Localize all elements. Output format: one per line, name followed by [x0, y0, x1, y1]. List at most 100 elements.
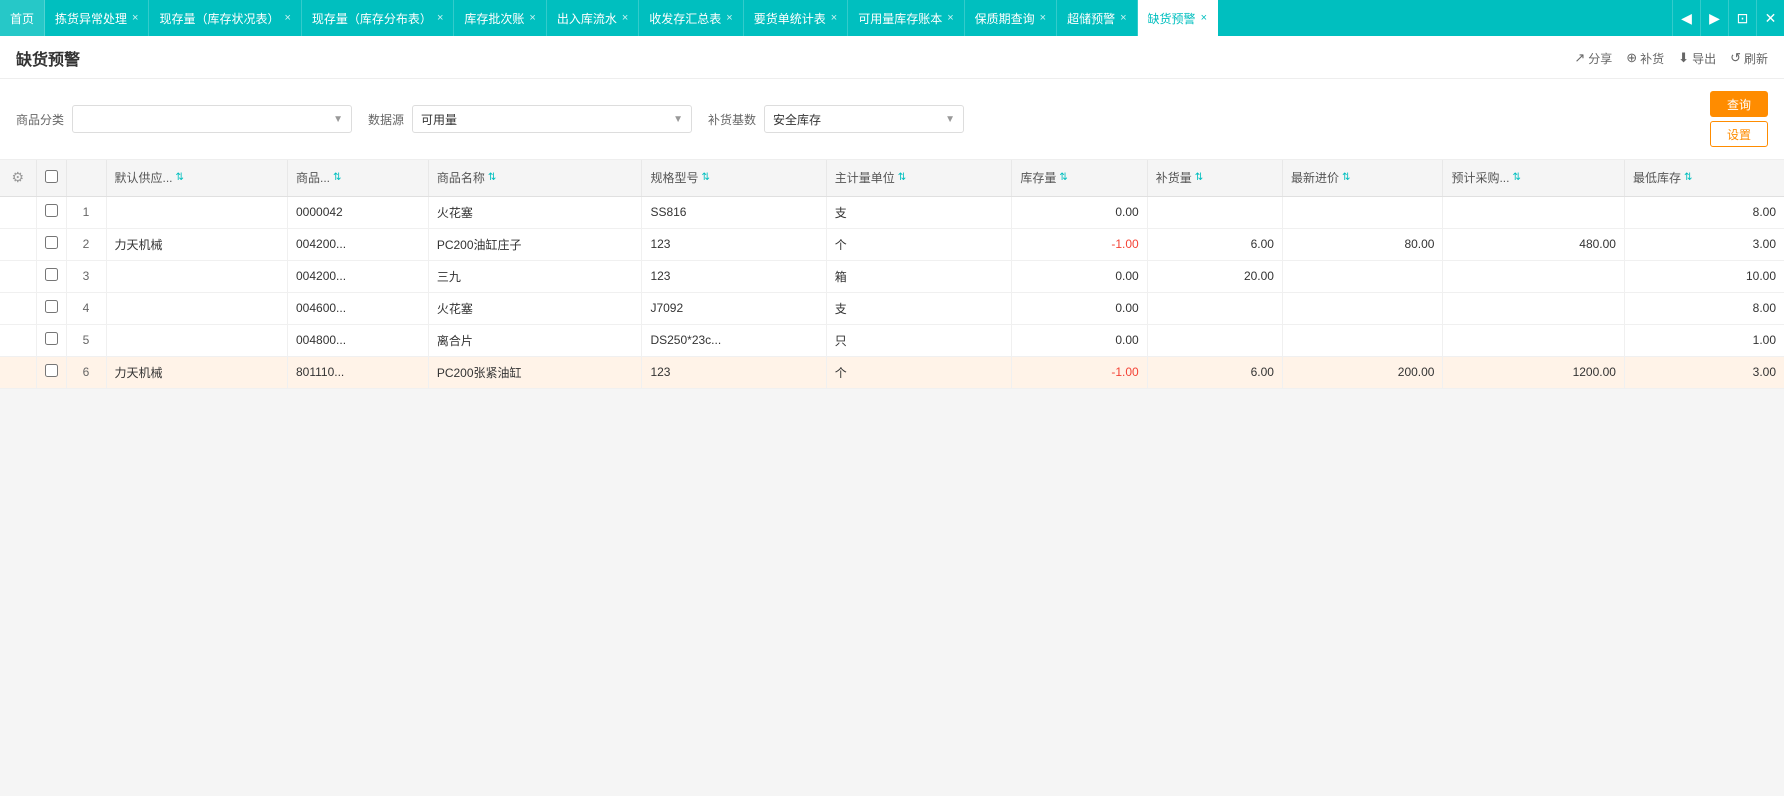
- row-unit: 只: [826, 324, 1012, 356]
- refresh-button[interactable]: ↺ 刷新: [1730, 50, 1768, 67]
- gear-settings-header[interactable]: ⚙: [0, 160, 36, 196]
- nav-tab-5[interactable]: 出入库流水 ×: [547, 0, 639, 36]
- nav-tab-label: 超储预警: [1067, 10, 1115, 27]
- export-icon: ⬇: [1678, 50, 1689, 66]
- row-replenish: 6.00: [1147, 356, 1282, 388]
- nav-tab-active[interactable]: 缺货预警 ×: [1138, 0, 1218, 36]
- share-label: 分享: [1588, 50, 1612, 67]
- close-icon[interactable]: ×: [831, 12, 837, 24]
- row-checkbox-cell[interactable]: [36, 324, 66, 356]
- row-checkbox[interactable]: [45, 268, 58, 281]
- replenish-base-select[interactable]: 安全库存 ▼: [764, 105, 964, 133]
- sort-icon: ⇅: [1512, 172, 1520, 183]
- code-header[interactable]: 商品... ⇅: [288, 160, 429, 196]
- close-icon[interactable]: ×: [1040, 12, 1046, 24]
- chevron-down-icon: ▼: [333, 114, 343, 125]
- nav-close-button[interactable]: ✕: [1756, 0, 1784, 36]
- name-header[interactable]: 商品名称 ⇅: [428, 160, 642, 196]
- row-name: 三九: [428, 260, 642, 292]
- row-latest-price: 80.00: [1282, 228, 1443, 260]
- nav-tab-4[interactable]: 库存批次账 ×: [454, 0, 546, 36]
- nav-tab-6[interactable]: 收发存汇总表 ×: [639, 0, 743, 36]
- row-checkbox-cell[interactable]: [36, 260, 66, 292]
- replenish-icon: ⊕: [1626, 50, 1637, 66]
- row-checkbox-cell[interactable]: [36, 228, 66, 260]
- nav-tab-label: 首页: [10, 10, 34, 27]
- unit-header-label: 主计量单位: [835, 169, 895, 186]
- query-button[interactable]: 查询: [1710, 91, 1768, 117]
- close-icon[interactable]: ×: [437, 12, 443, 24]
- supplier-header[interactable]: 默认供应... ⇅: [106, 160, 288, 196]
- gear-icon[interactable]: ⚙: [11, 169, 24, 185]
- row-checkbox[interactable]: [45, 332, 58, 345]
- replenish-label: 补货: [1640, 50, 1664, 67]
- nav-tab-home[interactable]: 首页: [0, 0, 45, 36]
- datasource-select[interactable]: 可用量 ▼: [412, 105, 692, 133]
- unit-header[interactable]: 主计量单位 ⇅: [826, 160, 1012, 196]
- row-supplier: [106, 196, 288, 228]
- row-estimated-purchase: [1443, 324, 1625, 356]
- estimated-purchase-header[interactable]: 预计采购... ⇅: [1443, 160, 1625, 196]
- nav-tab-8[interactable]: 可用量库存账本 ×: [848, 0, 964, 36]
- close-icon[interactable]: ×: [1120, 12, 1126, 24]
- row-checkbox[interactable]: [45, 236, 58, 249]
- close-icon[interactable]: ×: [622, 12, 628, 24]
- row-name: 火花塞: [428, 292, 642, 324]
- row-min-stock: 8.00: [1624, 196, 1784, 228]
- row-code: 0000042: [288, 196, 429, 228]
- share-button[interactable]: ↗ 分享: [1574, 50, 1612, 67]
- nav-tab-label: 现存量（库存状况表）: [159, 10, 279, 27]
- row-spec: DS250*23c...: [642, 324, 826, 356]
- table-row: 1 0000042 火花塞 SS816 支 0.00 8.00: [0, 196, 1784, 228]
- row-min-stock: 3.00: [1624, 356, 1784, 388]
- nav-maximize-button[interactable]: ⊡: [1728, 0, 1756, 36]
- export-button[interactable]: ⬇ 导出: [1678, 50, 1716, 67]
- nav-tab-2[interactable]: 现存量（库存状况表） ×: [149, 0, 301, 36]
- row-unit: 支: [826, 292, 1012, 324]
- row-stock: 0.00: [1012, 196, 1147, 228]
- replenish-header[interactable]: 补货量 ⇅: [1147, 160, 1282, 196]
- close-icon[interactable]: ×: [284, 12, 290, 24]
- row-checkbox-cell[interactable]: [36, 356, 66, 388]
- nav-next-button[interactable]: ▶: [1700, 0, 1728, 36]
- filter-row: 商品分类 ▼ 数据源 可用量 ▼ 补货基数 安全库存 ▼ 查询 设置: [0, 79, 1784, 160]
- close-icon[interactable]: ×: [132, 12, 138, 24]
- row-min-stock: 1.00: [1624, 324, 1784, 356]
- row-index: 2: [66, 228, 106, 260]
- settings-button[interactable]: 设置: [1710, 121, 1768, 147]
- select-all-header[interactable]: [36, 160, 66, 196]
- latest-price-header[interactable]: 最新进价 ⇅: [1282, 160, 1443, 196]
- close-icon[interactable]: ×: [726, 12, 732, 24]
- row-unit: 个: [826, 356, 1012, 388]
- nav-tab-3[interactable]: 现存量（库存分布表） ×: [302, 0, 454, 36]
- row-checkbox[interactable]: [45, 300, 58, 313]
- close-icon[interactable]: ×: [1201, 12, 1207, 24]
- nav-tab-1[interactable]: 拣货异常处理 ×: [45, 0, 149, 36]
- spec-header[interactable]: 规格型号 ⇅: [642, 160, 826, 196]
- row-checkbox-cell[interactable]: [36, 292, 66, 324]
- row-supplier: [106, 260, 288, 292]
- stock-header[interactable]: 库存量 ⇅: [1012, 160, 1147, 196]
- index-header: [66, 160, 106, 196]
- close-icon[interactable]: ×: [947, 12, 953, 24]
- close-icon[interactable]: ×: [529, 12, 535, 24]
- row-code: 004600...: [288, 292, 429, 324]
- row-checkbox[interactable]: [45, 364, 58, 377]
- nav-prev-button[interactable]: ◀: [1672, 0, 1700, 36]
- nav-tab-9[interactable]: 保质期查询 ×: [965, 0, 1057, 36]
- min-stock-header[interactable]: 最低库存 ⇅: [1624, 160, 1784, 196]
- row-checkbox-cell[interactable]: [36, 196, 66, 228]
- row-replenish: [1147, 196, 1282, 228]
- category-select[interactable]: ▼: [72, 105, 352, 133]
- select-all-checkbox[interactable]: [45, 170, 58, 183]
- row-checkbox[interactable]: [45, 204, 58, 217]
- row-stock: -1.00: [1012, 228, 1147, 260]
- header-actions: ↗ 分享 ⊕ 补货 ⬇ 导出 ↺ 刷新: [1574, 50, 1768, 67]
- replenish-button[interactable]: ⊕ 补货: [1626, 50, 1664, 67]
- nav-tab-10[interactable]: 超储预警 ×: [1057, 0, 1137, 36]
- row-latest-price: [1282, 260, 1443, 292]
- row-estimated-purchase: 1200.00: [1443, 356, 1625, 388]
- nav-tab-7[interactable]: 要货单统计表 ×: [744, 0, 848, 36]
- row-spec: SS816: [642, 196, 826, 228]
- latest-price-header-label: 最新进价: [1291, 169, 1339, 186]
